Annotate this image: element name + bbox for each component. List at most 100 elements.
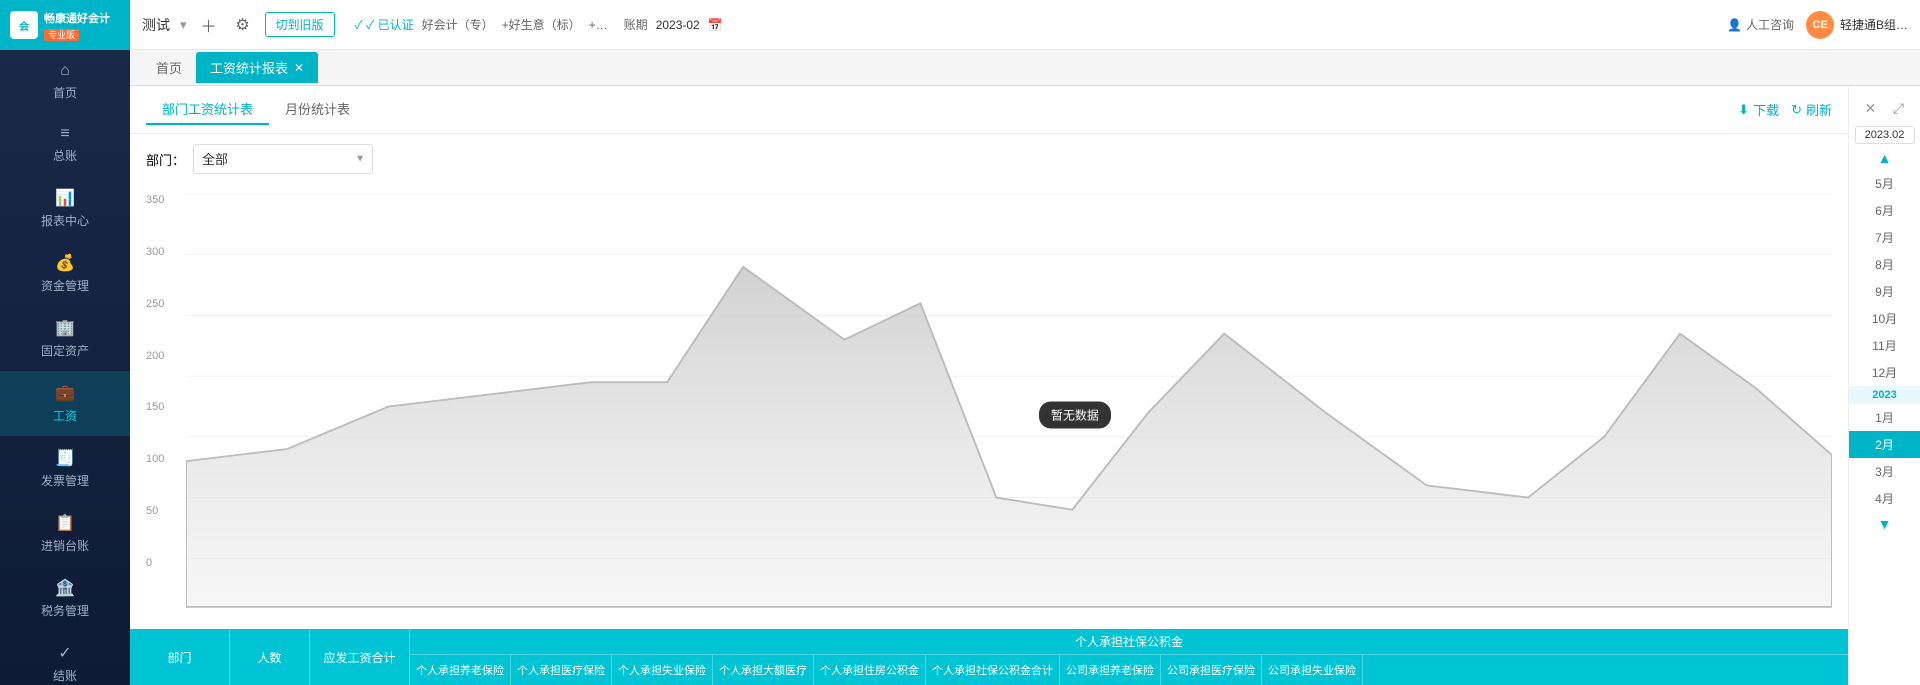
dept-filter-wrap: 全部 [193, 144, 373, 174]
salary-icon: 💼 [55, 383, 75, 403]
cal-month-6[interactable]: 6月 [1849, 197, 1920, 224]
dept-filter-label: 部门： [146, 150, 185, 169]
sidebar-item-funds[interactable]: 💰 资金管理 [0, 241, 130, 306]
cal-up-button[interactable]: ▲ [1878, 150, 1892, 166]
download-icon: ⬇ [1738, 102, 1749, 118]
download-button[interactable]: ⬇ 下载 [1738, 100, 1779, 119]
calendar-sidebar: ✕ ⤢ 2023.02 ▲ 5月 6月 7月 8月 9月 10月 11月 12月… [1848, 86, 1920, 685]
cal-month-11[interactable]: 11月 [1849, 332, 1920, 359]
sub-tabs: 部门工资统计表 月份统计表 ⬇ 下载 ↻ 刷新 [130, 86, 1848, 134]
sidebar-item-salary[interactable]: 💼 工资 [0, 371, 130, 436]
sidebar-item-sales[interactable]: 📋 进销台账 [0, 501, 130, 566]
sidebar-label-sales: 进销台账 [41, 537, 89, 554]
sidebar-label-settle: 结账 [53, 667, 77, 684]
cal-year-2023-label: 2023 [1849, 386, 1920, 404]
sub-tab-month[interactable]: 月份统计表 [269, 94, 366, 125]
tab-salary-report[interactable]: 工资统计报表 ✕ [196, 52, 318, 83]
th-group-label: 个人承担社保公积金 [410, 629, 1848, 655]
sub-actions: ⬇ 下载 ↻ 刷新 [1738, 100, 1832, 119]
tabbar: 首页 工资统计报表 ✕ [130, 50, 1920, 86]
good-accounting-status: 好会计（专） [422, 16, 494, 33]
filter-row: 部门： 全部 [130, 134, 1848, 184]
main-area: 测试 ▾ ＋ ⚙ 切到旧版 ✓ ✓ 已认证 好会计（专） +好生意（标） +… … [130, 0, 1920, 685]
cal-month-9[interactable]: 9月 [1849, 278, 1920, 305]
dept-filter-select[interactable]: 全部 [193, 144, 373, 174]
table-header: 部门 人数 应发工资合计 个人承担社保公积金 个人承担养老保险 个人承担医疗保险 [130, 629, 1848, 685]
cal-month-12[interactable]: 12月 [1849, 359, 1920, 386]
chart-svg [186, 194, 1832, 619]
tab-home[interactable]: 首页 [142, 52, 196, 83]
y-axis: 350 300 250 200 150 100 50 0 [146, 194, 164, 569]
sidebar-item-general[interactable]: ≡ 总账 [0, 113, 130, 176]
period-value: 2023-02 [656, 18, 700, 32]
switch-old-button[interactable]: 切到旧版 [265, 12, 335, 37]
invoice-icon: 🧾 [55, 448, 75, 468]
reports-icon: 📊 [55, 188, 75, 208]
support-icon: 👤 [1727, 18, 1742, 32]
sidebar: 会 畅康通好会计 专业版 ⌂ 首页 ≡ 总账 📊 报表中心 💰 资金管理 🏢 固… [0, 0, 130, 685]
sidebar-item-assets[interactable]: 🏢 固定资产 [0, 306, 130, 371]
add-button[interactable]: ＋ [197, 13, 221, 37]
sidebar-label-reports: 报表中心 [41, 212, 89, 229]
th-group-personal: 个人承担社保公积金 个人承担养老保险 个人承担医疗保险 个人承担失业保险 个人承… [410, 629, 1848, 685]
expand-panel-button[interactable]: ⤢ [1887, 96, 1911, 120]
sidebar-label-home: 首页 [53, 84, 77, 101]
sidebar-label-funds: 资金管理 [41, 277, 89, 294]
th-total-salary: 应发工资合计 [310, 629, 410, 685]
logo-text: 畅康通好会计 专业版 [44, 10, 110, 41]
topbar-right: 👤 人工咨询 CE 轻捷通B组… [1727, 11, 1908, 39]
sidebar-item-home[interactable]: ⌂ 首页 [0, 50, 130, 113]
cal-month-7[interactable]: 7月 [1849, 224, 1920, 251]
chart-area: 350 300 250 200 150 100 50 0 [130, 184, 1848, 629]
cal-month-5[interactable]: 5月 [1849, 170, 1920, 197]
th-count: 人数 [230, 629, 310, 685]
calendar-icon[interactable]: 📅 [708, 18, 723, 32]
refresh-button[interactable]: ↻ 刷新 [1791, 100, 1832, 119]
sidebar-item-settle[interactable]: ✓ 结账 [0, 631, 130, 685]
topbar-status: ✓ ✓ 已认证 好会计（专） +好生意（标） +… 账期 2023-02 📅 [355, 16, 723, 33]
verified-status: ✓ ✓ 已认证 [355, 16, 414, 33]
tab-close-button[interactable]: ✕ [294, 61, 304, 75]
home-icon: ⌂ [60, 62, 70, 80]
th-personal-medical: 个人承担医疗保险 [511, 655, 612, 685]
cal-month-2023-1[interactable]: 1月 [1849, 404, 1920, 431]
cal-month-2023-2[interactable]: 2月 [1849, 431, 1920, 458]
refresh-icon: ↻ [1791, 102, 1802, 118]
user-name: 轻捷通B组… [1840, 16, 1908, 33]
support-button[interactable]: 👤 人工咨询 [1727, 16, 1794, 33]
cal-nav-up: ▲ [1849, 150, 1920, 166]
cal-nav-down: ▼ [1849, 516, 1920, 532]
sidebar-item-reports[interactable]: 📊 报表中心 [0, 176, 130, 241]
settle-icon: ✓ [58, 643, 71, 663]
sidebar-nav: ⌂ 首页 ≡ 总账 📊 报表中心 💰 资金管理 🏢 固定资产 💼 工资 🧾 发票… [0, 50, 130, 685]
period-label: 账期 [624, 16, 648, 33]
content-main: 部门工资统计表 月份统计表 ⬇ 下载 ↻ 刷新 [130, 86, 1848, 685]
assets-icon: 🏢 [55, 318, 75, 338]
sidebar-label-assets: 固定资产 [41, 342, 89, 359]
cal-month-2023-3[interactable]: 3月 [1849, 458, 1920, 485]
cal-month-8[interactable]: 8月 [1849, 251, 1920, 278]
panel-controls: ✕ ⤢ [1855, 92, 1915, 124]
cal-month-10[interactable]: 10月 [1849, 305, 1920, 332]
tax-icon: 🏦 [55, 578, 75, 598]
more-status: +… [589, 18, 608, 32]
sidebar-item-invoice[interactable]: 🧾 发票管理 [0, 436, 130, 501]
th-dept: 部门 [130, 629, 230, 685]
content-area: 部门工资统计表 月份统计表 ⬇ 下载 ↻ 刷新 [130, 86, 1920, 685]
close-panel-button[interactable]: ✕ [1859, 96, 1883, 120]
th-personal-unemployment: 个人承担失业保险 [612, 655, 713, 685]
user-area: CE 轻捷通B组… [1806, 11, 1908, 39]
good-business-status: +好生意（标） [502, 16, 581, 33]
th-personal-total: 个人承担社保公积金合计 [926, 655, 1060, 685]
cal-month-2023-4[interactable]: 4月 [1849, 485, 1920, 512]
th-company-pension: 公司承担养老保险 [1060, 655, 1161, 685]
sub-tab-dept[interactable]: 部门工资统计表 [146, 94, 269, 125]
sales-icon: 📋 [55, 513, 75, 533]
th-personal-housing-fund: 个人承担住房公积金 [814, 655, 926, 685]
current-date-display: 2023.02 [1855, 126, 1915, 144]
topbar: 测试 ▾ ＋ ⚙ 切到旧版 ✓ ✓ 已认证 好会计（专） +好生意（标） +… … [130, 0, 1920, 50]
sidebar-item-tax[interactable]: 🏦 税务管理 [0, 566, 130, 631]
sidebar-label-general: 总账 [53, 147, 77, 164]
settings-button[interactable]: ⚙ [231, 13, 255, 37]
cal-down-button[interactable]: ▼ [1878, 516, 1892, 532]
